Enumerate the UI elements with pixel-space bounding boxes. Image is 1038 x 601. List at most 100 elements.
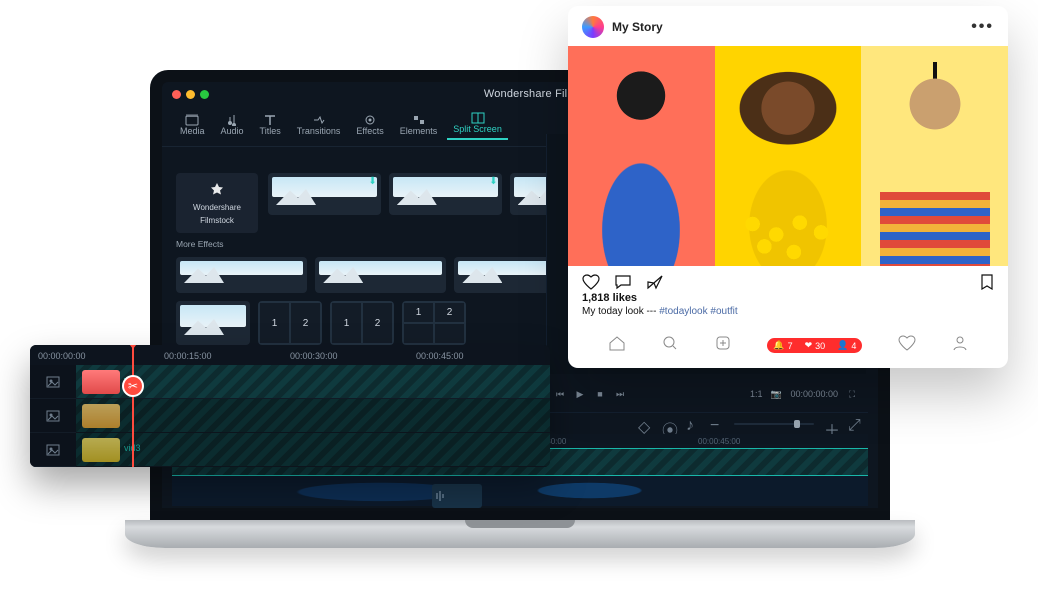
story-title[interactable]: My Story [612,20,663,34]
share-icon[interactable] [646,274,664,290]
stop-icon[interactable]: ■ [594,388,606,400]
lane-head-icon[interactable] [30,365,76,399]
tab-audio-label: Audio [221,126,244,136]
likes-count[interactable]: 1,818 likes [568,292,1008,306]
tab-media[interactable]: Media [174,112,211,140]
tab-effects[interactable]: Effects [350,112,389,140]
caption-tags[interactable]: #todaylook #outfit [659,306,737,317]
social-header: My Story ••• [568,6,1008,46]
tab-split-screen[interactable]: Split Screen [447,110,508,140]
clip-thumb[interactable] [82,404,120,428]
layout-cell: 2 [290,302,321,344]
laptop-base [125,520,915,548]
marker-icon[interactable]: ◇ [638,417,652,431]
layout-1-2-grid[interactable]: 1 2 [402,301,466,345]
post-image[interactable] [568,46,1008,266]
prev-icon[interactable]: ⏮ [554,388,566,400]
zoom-in-icon[interactable]: ＋ [824,417,838,431]
ruler-mark: 00:00:15:00 [164,351,290,361]
activity-icon[interactable] [898,335,916,356]
preset-thumb[interactable]: ⬇ [389,173,502,215]
popout-ruler[interactable]: 00:00:00:00 00:00:15:00 00:00:30:00 00:0… [30,345,550,365]
filmstock-tile[interactable]: Wondershare Filmstock [176,173,258,233]
social-bottom-nav: 🔔7 ❤30 👤4 [568,327,1008,368]
add-icon[interactable] [714,335,732,356]
tab-transitions-label: Transitions [297,126,341,136]
clip-thumb[interactable] [82,370,120,394]
bookmark-icon[interactable] [980,274,994,290]
playhead[interactable] [132,345,134,467]
scissors-icon[interactable]: ✂ [122,375,144,397]
lane-head-icon[interactable] [30,433,76,467]
profile-icon[interactable] [952,335,968,356]
snapshot-icon[interactable]: 📷 [770,388,782,400]
caption-text: My today look --- [582,306,656,317]
mixer-icon[interactable]: ♪ [686,417,700,431]
zoom-fit-icon[interactable]: ⤢ [848,417,862,431]
lane-headers [30,365,76,467]
timeline-popout: 00:00:00:00 00:00:15:00 00:00:30:00 00:0… [30,345,550,467]
zoom-dot[interactable] [200,90,209,99]
social-card: My Story ••• 1,818 likes My today look -… [568,6,1008,368]
tab-media-label: Media [180,126,205,136]
explore-icon[interactable] [662,335,678,356]
tab-audio[interactable]: Audio [215,112,250,140]
more-icon[interactable]: ••• [971,18,994,36]
ruler-mark: 00:00:45:00 [694,437,868,446]
timeline-lane[interactable]: vid1 [76,365,550,399]
comment-icon[interactable] [614,274,632,290]
zoom-out-icon[interactable]: − [710,417,724,431]
layout-1-2[interactable]: 1 2 [330,301,394,345]
preview-timecode: 00:00:00:00 [790,389,838,399]
notification-pills[interactable]: 🔔7 ❤30 👤4 [767,338,862,353]
layout-1-2[interactable]: 1 2 [258,301,322,345]
layout-cell: 1 [259,302,290,344]
minimize-dot[interactable] [186,90,195,99]
lane-stack: vid1 vid3 ✂ [76,365,550,467]
heart-icon[interactable] [582,274,600,290]
bell-badge: 🔔7 [767,338,798,353]
preset-thumb[interactable]: ⬇ [268,173,381,215]
track-audio[interactable] [172,476,868,506]
next-icon[interactable]: ⏭ [614,388,626,400]
home-icon[interactable] [608,335,626,356]
download-icon: ⬇ [368,176,376,187]
play-icon[interactable]: ▶ [574,388,586,400]
lane-head-icon[interactable] [30,399,76,433]
close-dot[interactable] [172,90,181,99]
audio-clip[interactable] [432,484,482,508]
record-icon[interactable]: ⦿ [662,417,676,431]
fullscreen-icon[interactable]: ⛶ [846,388,858,400]
more-effects-label: More Effects [176,239,258,249]
ruler-mark: 00:00:45:00 [416,351,542,361]
tab-split-screen-label: Split Screen [453,124,502,134]
preset-thumb[interactable] [176,257,307,293]
zoom-slider[interactable] [734,423,814,425]
timeline-lane[interactable] [76,399,550,433]
tab-elements-label: Elements [400,126,438,136]
layout-cell: 2 [362,302,393,344]
layout-cell: 2 [434,302,465,323]
tab-effects-label: Effects [356,126,383,136]
timeline-lane[interactable]: vid3 [76,433,550,467]
ruler-mark: 00:00:00:00 [38,351,164,361]
user-badge: 👤4 [831,338,862,353]
library-sidebar: Wondershare Filmstock More Effects [176,173,258,249]
post-panel-3 [861,46,1008,266]
tab-titles[interactable]: Titles [254,112,287,140]
tab-transitions[interactable]: Transitions [291,112,347,140]
layout-cell: 1 [331,302,362,344]
post-caption: My today look --- #todaylook #outfit [568,306,1008,327]
avatar[interactable] [582,16,604,38]
post-panel-1 [568,46,715,266]
filmstock-line1: Wondershare [193,203,241,212]
heart-badge: ❤30 [799,338,832,353]
post-panel-2 [715,46,862,266]
clip-thumb[interactable] [82,438,120,462]
preset-thumb[interactable] [315,257,446,293]
tab-elements[interactable]: Elements [394,112,444,140]
download-icon: ⬇ [489,176,497,187]
layout-cell: 1 [403,302,434,323]
preset-thumb[interactable] [176,301,250,345]
aspect-ratio[interactable]: 1:1 [750,389,763,399]
